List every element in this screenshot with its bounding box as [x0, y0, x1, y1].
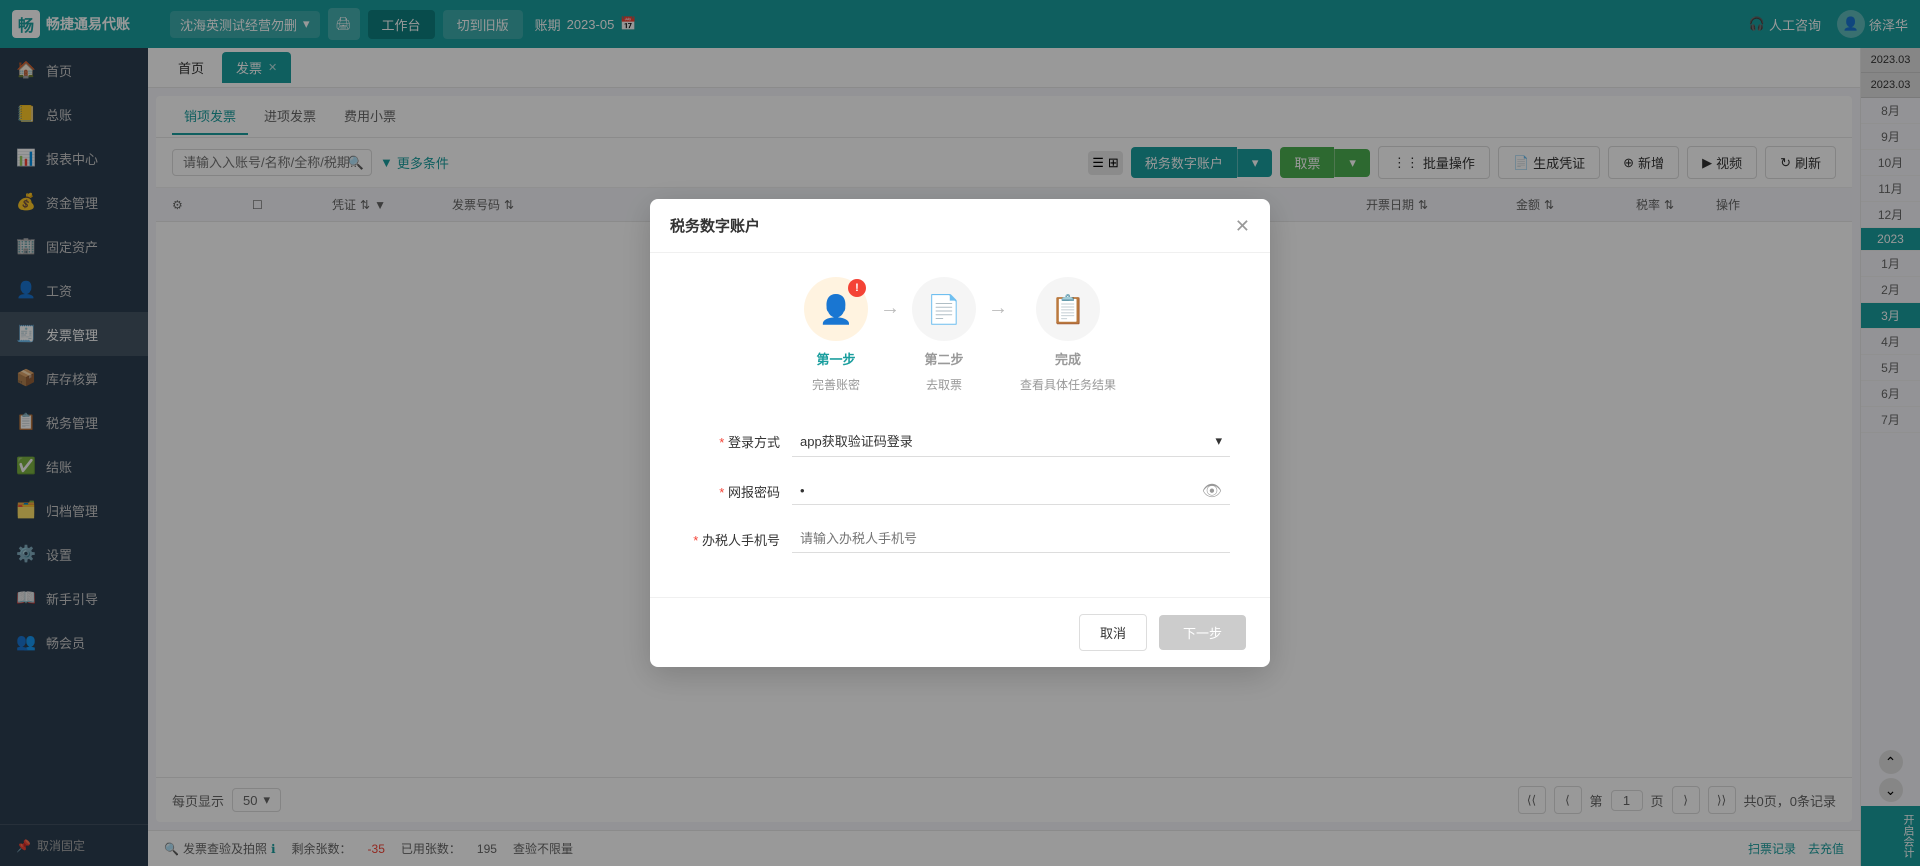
login-method-label: * 登录方式: [690, 432, 780, 451]
required-star-3: *: [693, 533, 698, 548]
modal-close-btn[interactable]: ✕: [1235, 217, 1250, 235]
form-row-login-method: * 登录方式 app获取验证码登录 ▾: [690, 425, 1230, 457]
step-3-label: 完成: [1055, 349, 1081, 368]
step-1-badge: !: [848, 279, 866, 297]
step-1-icon: 👤 !: [804, 277, 868, 341]
step-3-desc: 查看具体任务结果: [1020, 376, 1116, 393]
required-star-2: *: [719, 485, 724, 500]
step-1-label: 第一步: [816, 349, 855, 368]
login-method-value: app获取验证码登录: [800, 431, 913, 450]
next-button[interactable]: 下一步: [1159, 615, 1246, 650]
password-input-wrap: 👁: [792, 477, 1230, 505]
step-2-desc: 去取票: [926, 376, 962, 393]
login-method-select[interactable]: app获取验证码登录 ▾: [792, 425, 1230, 457]
step-2-icon: 📄: [912, 277, 976, 341]
modal-overlay[interactable]: 税务数字账户 ✕ 👤 ! 第一步 完善账密 →: [0, 0, 1920, 866]
modal-title: 税务数字账户: [670, 215, 760, 236]
arrow-2-3: →: [976, 277, 1020, 320]
steps-indicator: 👤 ! 第一步 完善账密 → 📄 第二步 去取票 →: [690, 277, 1230, 393]
step-3-icon: 📋: [1036, 277, 1100, 341]
password-toggle-icon[interactable]: 👁: [1194, 481, 1230, 501]
form-row-phone: * 办税人手机号: [690, 525, 1230, 553]
step-3: 📋 完成 查看具体任务结果: [1020, 277, 1116, 393]
modal-footer: 取消 下一步: [650, 597, 1270, 667]
step-1: 👤 ! 第一步 完善账密: [804, 277, 868, 393]
step-2: 📄 第二步 去取票: [912, 277, 976, 393]
required-star-1: *: [719, 435, 724, 450]
arrow-1-2: →: [868, 277, 912, 320]
password-input[interactable]: [792, 477, 1194, 504]
step-1-desc: 完善账密: [812, 376, 860, 393]
modal-header: 税务数字账户 ✕: [650, 199, 1270, 253]
tax-digital-modal: 税务数字账户 ✕ 👤 ! 第一步 完善账密 →: [650, 199, 1270, 667]
modal-body: 👤 ! 第一步 完善账密 → 📄 第二步 去取票 →: [650, 253, 1270, 597]
modal-form: * 登录方式 app获取验证码登录 ▾ * 网报密码: [690, 425, 1230, 553]
form-row-password: * 网报密码 👁: [690, 477, 1230, 505]
cancel-button[interactable]: 取消: [1079, 614, 1147, 651]
step-2-label: 第二步: [924, 349, 963, 368]
password-label: * 网报密码: [690, 482, 780, 501]
phone-input[interactable]: [792, 525, 1230, 553]
dropdown-chevron: ▾: [1215, 433, 1222, 449]
phone-label: * 办税人手机号: [690, 530, 780, 549]
